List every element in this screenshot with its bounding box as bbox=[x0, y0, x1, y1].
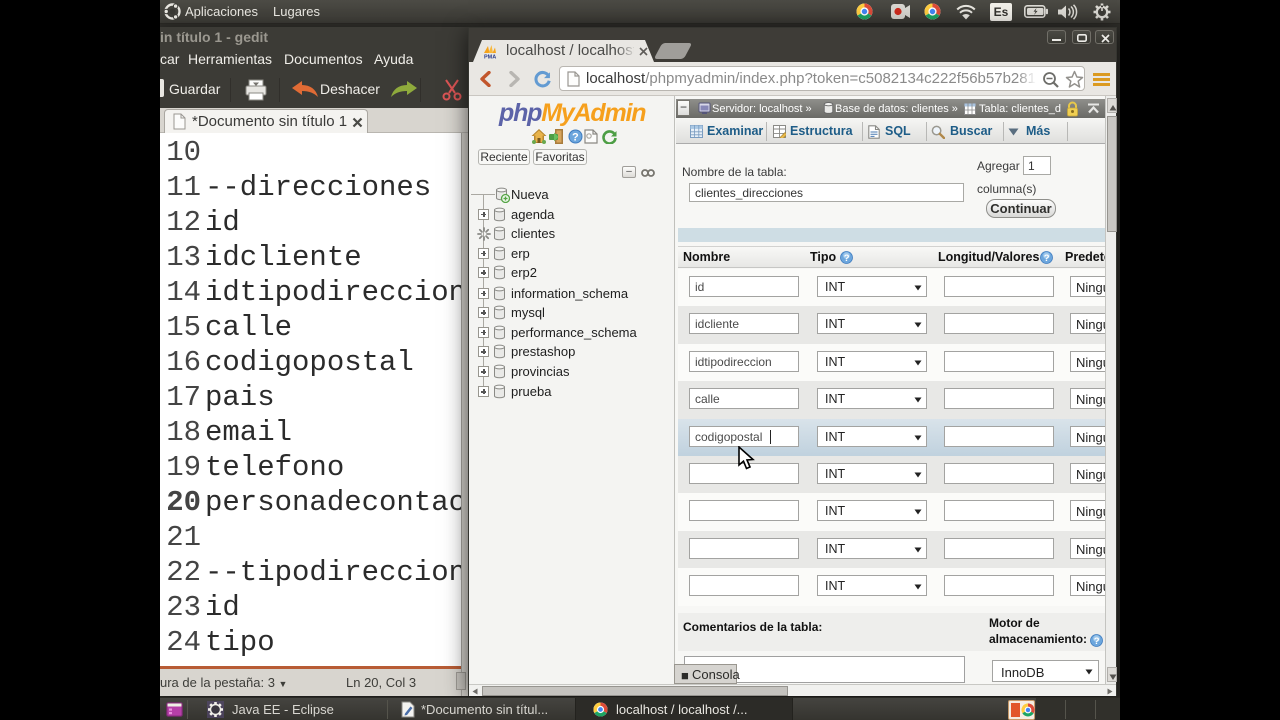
svg-text:?: ? bbox=[1044, 253, 1050, 264]
svg-text:?: ? bbox=[572, 132, 579, 144]
svg-text:PMA: PMA bbox=[484, 55, 496, 60]
svg-text:?: ? bbox=[844, 253, 850, 264]
svg-text:?: ? bbox=[1094, 636, 1100, 647]
